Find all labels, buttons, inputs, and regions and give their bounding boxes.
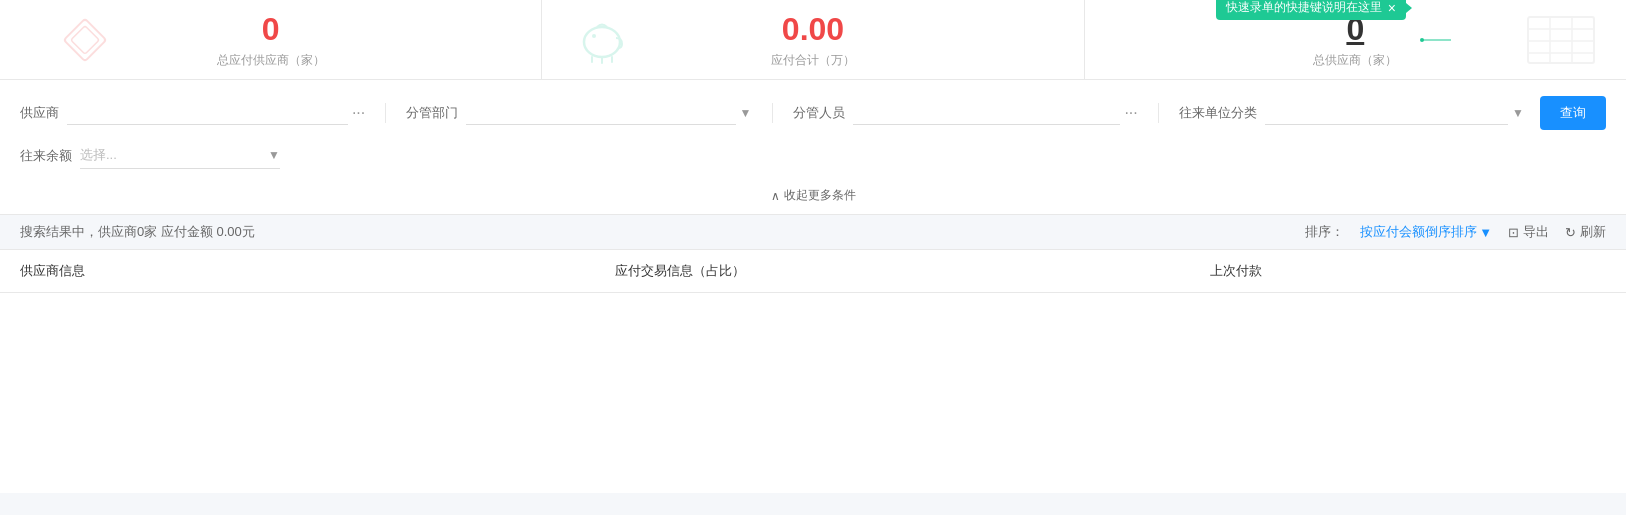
stat-label-payable-total: 应付合计（万） xyxy=(771,52,855,69)
table-header: 供应商信息 应付交易信息（占比） 上次付款 xyxy=(0,250,1626,293)
table-col-supplier-info: 供应商信息 xyxy=(20,262,615,280)
filter-balance-placeholder: 选择... xyxy=(80,146,264,164)
manager-input[interactable] xyxy=(853,101,1121,125)
filter-supplier-label: 供应商 xyxy=(20,104,59,122)
stat-label-payable-suppliers: 总应付供应商（家） xyxy=(217,52,325,69)
diamond-icon xyxy=(60,15,110,65)
svg-rect-5 xyxy=(1528,17,1594,63)
svg-rect-4 xyxy=(599,24,605,28)
export-button[interactable]: ⊡ 导出 xyxy=(1508,223,1549,241)
results-info: 搜索结果中，供应商0家 应付金额 0.00元 xyxy=(20,223,255,241)
stat-number-payable-suppliers: 0 xyxy=(262,10,280,48)
sort-select[interactable]: 按应付会额倒序排序 ▼ xyxy=(1360,223,1492,241)
refresh-label: 刷新 xyxy=(1580,223,1606,241)
filter-balance-label: 往来余额 xyxy=(20,147,72,165)
table-col-payable-info: 应付交易信息（占比） xyxy=(615,262,1210,280)
piggy-icon xyxy=(572,10,632,70)
filter-supplier: 供应商 ··· xyxy=(20,101,365,125)
dept-arrow-icon[interactable]: ▼ xyxy=(740,106,752,120)
stat-total-suppliers: 快速录单的快捷键说明在这里 × 0 总供应商（家） xyxy=(1085,0,1626,79)
collapse-arrow-icon: ∧ xyxy=(771,189,780,203)
export-icon: ⊡ xyxy=(1508,225,1519,240)
supplier-more-icon[interactable]: ··· xyxy=(352,104,365,122)
unit-category-arrow-icon[interactable]: ▼ xyxy=(1512,106,1524,120)
stat-number-payable-total: 0.00 xyxy=(782,10,844,48)
filter-dept-label: 分管部门 xyxy=(406,104,458,122)
collapse-label: 收起更多条件 xyxy=(784,187,856,204)
table-body xyxy=(0,293,1626,493)
filter-row-1: 供应商 ··· 分管部门 ▼ 分管人员 ··· 往来单位分类 ▼ 查询 xyxy=(20,96,1606,130)
balance-arrow-icon[interactable]: ▼ xyxy=(268,148,280,162)
svg-rect-0 xyxy=(64,18,106,60)
filter-manager: 分管人员 ··· xyxy=(793,101,1138,125)
divider-2 xyxy=(772,103,773,123)
divider-3 xyxy=(1158,103,1159,123)
stats-bar: 0 总应付供应商（家） 0.00 应付合计（万） 快速录单的快捷键说明在这里 × xyxy=(0,0,1626,80)
tooltip-bubble: 快速录单的快捷键说明在这里 × xyxy=(1216,0,1406,20)
supplier-input[interactable] xyxy=(67,101,348,125)
filter-balance-select-wrap[interactable]: 选择... ▼ xyxy=(80,142,280,169)
filter-unit-category-label: 往来单位分类 xyxy=(1179,104,1257,122)
table: 供应商信息 应付交易信息（占比） 上次付款 xyxy=(0,250,1626,493)
table-col-last-payment: 上次付款 xyxy=(1210,262,1607,280)
filter-dept: 分管部门 ▼ xyxy=(406,101,751,125)
filter-unit-category: 往来单位分类 ▼ xyxy=(1179,101,1524,125)
export-label: 导出 xyxy=(1523,223,1549,241)
filters-area: 供应商 ··· 分管部门 ▼ 分管人员 ··· 往来单位分类 ▼ 查询 xyxy=(0,80,1626,215)
results-actions: 排序： 按应付会额倒序排序 ▼ ⊡ 导出 ↻ 刷新 xyxy=(1305,223,1606,241)
sort-arrow-icon: ▼ xyxy=(1479,225,1492,240)
refresh-button[interactable]: ↻ 刷新 xyxy=(1565,223,1606,241)
svg-point-2 xyxy=(584,27,620,57)
sort-label: 排序： xyxy=(1305,223,1344,241)
results-bar: 搜索结果中，供应商0家 应付金额 0.00元 排序： 按应付会额倒序排序 ▼ ⊡… xyxy=(0,215,1626,250)
tooltip-line xyxy=(1421,39,1451,40)
table-bg-icon xyxy=(1526,15,1596,65)
divider-1 xyxy=(385,103,386,123)
filter-row-2: 往来余额 选择... ▼ xyxy=(20,142,1606,169)
collapse-button[interactable]: ∧ 收起更多条件 xyxy=(20,181,1606,210)
manager-more-icon[interactable]: ··· xyxy=(1124,104,1137,122)
tooltip-text: 快速录单的快捷键说明在这里 xyxy=(1226,0,1382,16)
query-button[interactable]: 查询 xyxy=(1540,96,1606,130)
stat-payable-total: 0.00 应付合计（万） xyxy=(542,0,1084,79)
svg-point-3 xyxy=(592,34,596,38)
stat-total-payable-suppliers: 0 总应付供应商（家） xyxy=(0,0,542,79)
refresh-icon: ↻ xyxy=(1565,225,1576,240)
stat-label-total-suppliers: 总供应商（家） xyxy=(1313,52,1397,69)
dept-input[interactable] xyxy=(466,101,735,125)
unit-category-input[interactable] xyxy=(1265,101,1508,125)
tooltip-close-icon[interactable]: × xyxy=(1388,1,1396,15)
filter-manager-label: 分管人员 xyxy=(793,104,845,122)
sort-value: 按应付会额倒序排序 xyxy=(1360,223,1477,241)
